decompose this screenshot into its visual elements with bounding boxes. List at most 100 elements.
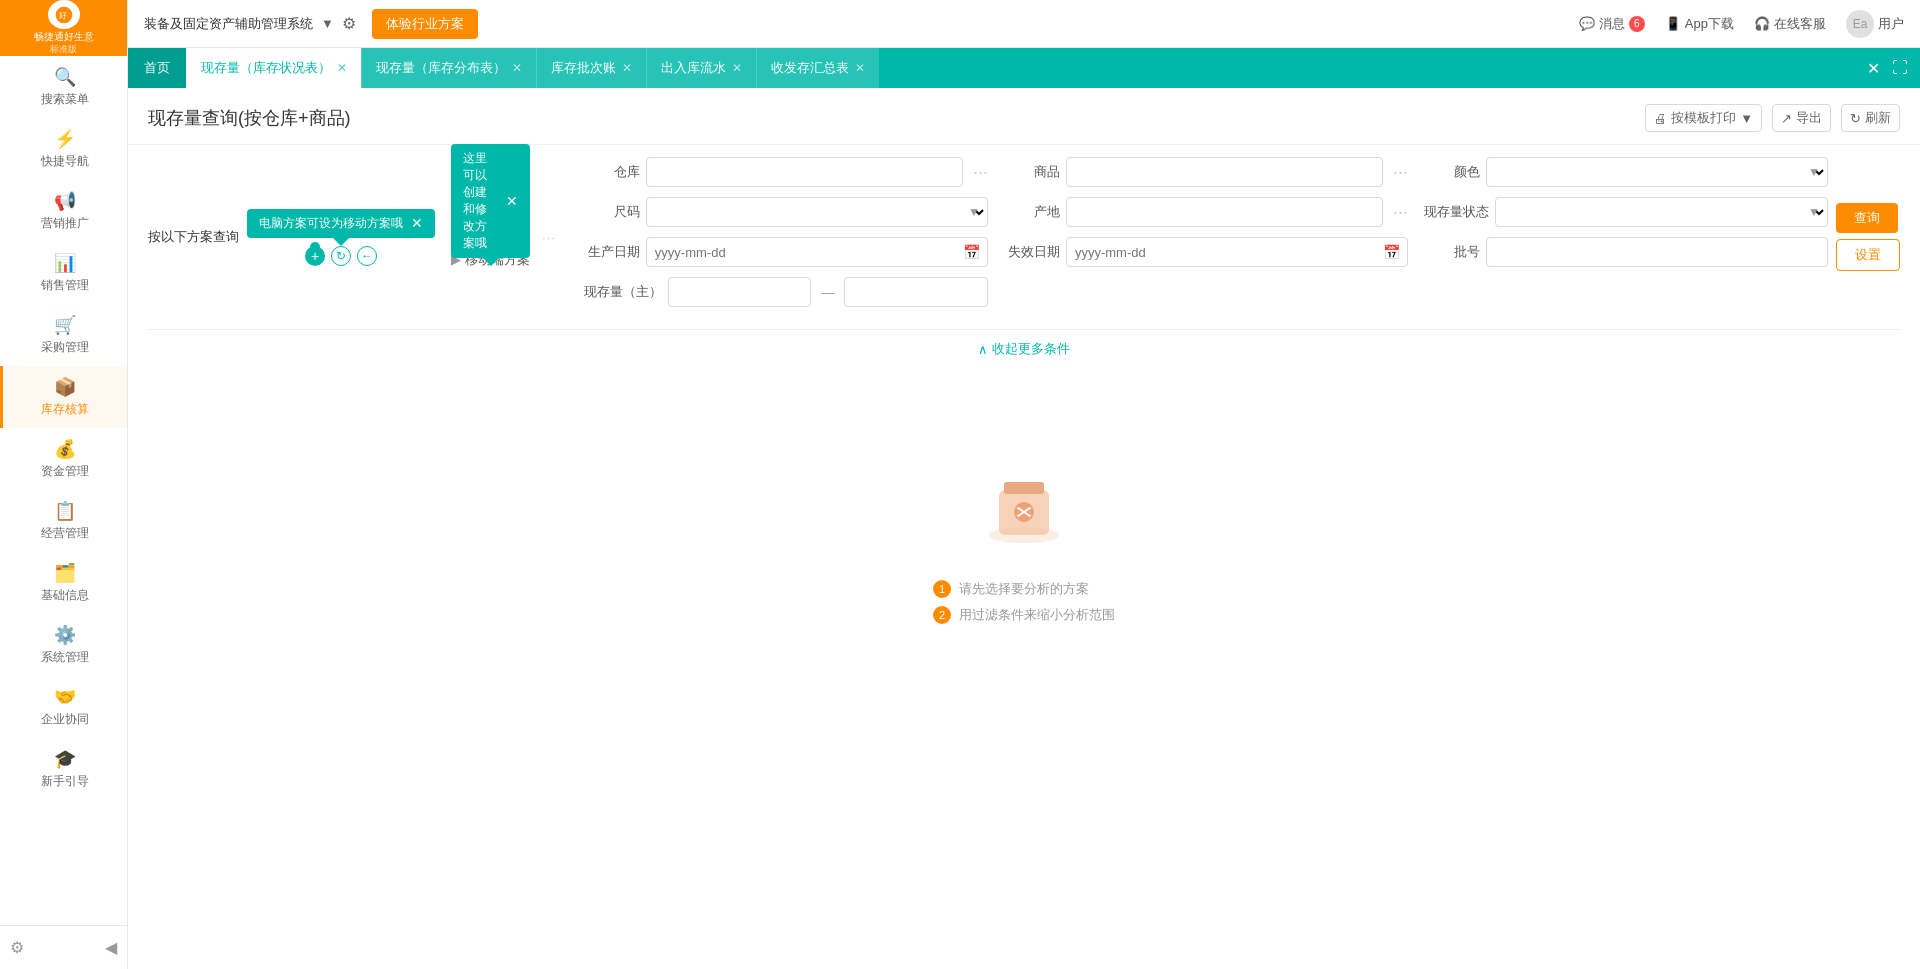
tab-inout[interactable]: 出入库流水 ✕ [646, 48, 756, 88]
tabbar: 首页 现存量（库存状况表） ✕ 现存量（库存分布表） ✕ 库存批次账 ✕ 出入库… [128, 48, 1920, 88]
tooltip-plan-close[interactable]: ✕ [411, 215, 423, 231]
origin-input[interactable] [1066, 197, 1383, 227]
print-btn[interactable]: 🖨 按模板打印 ▼ [1645, 104, 1762, 132]
sidebar-item-system[interactable]: ⚙️ 系统管理 [0, 614, 127, 676]
filter-arrow-btn[interactable]: ← [357, 246, 377, 266]
svg-rect-4 [1004, 482, 1044, 494]
tab-batch[interactable]: 库存批次账 ✕ [536, 48, 646, 88]
color-input-wrap: ▼ [1486, 157, 1828, 187]
batch-label: 批号 [1424, 243, 1480, 261]
tab-expand-icon[interactable]: ⛶ [1888, 55, 1912, 81]
stock-status-select[interactable] [1495, 197, 1828, 227]
reset-btn[interactable]: 设置 [1836, 239, 1900, 271]
color-select[interactable] [1486, 157, 1828, 187]
tab-stock-status[interactable]: 现存量（库存状况表） ✕ [186, 48, 361, 88]
online-service-btn[interactable]: 🎧 在线客服 [1754, 15, 1826, 33]
size-field-group: 尺码 ▼ [584, 197, 988, 227]
goods-input[interactable] [1066, 157, 1383, 187]
tab-close-collect[interactable]: ✕ [855, 61, 865, 75]
sidebar-item-sales[interactable]: 📊 销售管理 [0, 242, 127, 304]
sidebar-item-guide[interactable]: ⚡ 快捷导航 [0, 118, 127, 180]
empty-state: 1 请先选择要分析的方案 2 用过滤条件来缩小分析范围 [128, 380, 1920, 704]
sidebar-item-marketing[interactable]: 📢 营销推广 [0, 180, 127, 242]
empty-tips: 1 请先选择要分析的方案 2 用过滤条件来缩小分析范围 [933, 580, 1115, 624]
content: 现存量查询(按仓库+商品) 🖨 按模板打印 ▼ ↗ 导出 ↻ 刷新 [128, 88, 1920, 969]
warehouse-input-wrap [646, 157, 963, 187]
stock-main-label: 现存量（主） [584, 283, 662, 301]
expire-date-input[interactable] [1066, 237, 1408, 267]
app-download-btn[interactable]: 📱 App下载 [1665, 15, 1734, 33]
tab-collect[interactable]: 收发存汇总表 ✕ [756, 48, 879, 88]
sidebar-item-purchase[interactable]: 🛒 采购管理 [0, 304, 127, 366]
content-inner: 现存量查询(按仓库+商品) 🖨 按模板打印 ▼ ↗ 导出 ↻ 刷新 [128, 88, 1920, 969]
produce-date-wrap: 📅 [646, 237, 988, 267]
tab-close-all-icon[interactable]: ✕ [1863, 55, 1884, 82]
export-btn[interactable]: ↗ 导出 [1772, 104, 1831, 132]
warehouse-more-dots[interactable]: ··· [973, 162, 988, 183]
sidebar-item-inventory[interactable]: 📦 库存核算 [0, 366, 127, 428]
logo-icon: 好 [48, 0, 80, 29]
search-btn[interactable]: 查询 [1836, 203, 1898, 233]
origin-more-dots[interactable]: ··· [1393, 202, 1408, 223]
chevron-down-icon: ▼ [321, 16, 334, 31]
topbar-gear-icon[interactable]: ⚙ [342, 14, 356, 33]
plan-more-dots[interactable]: ··· [538, 230, 560, 245]
operation-icon: 📋 [54, 500, 76, 522]
warehouse-input[interactable] [646, 157, 963, 187]
stock-main-to-input[interactable] [844, 277, 988, 307]
collapse-sidebar-icon[interactable]: ◀ [105, 938, 117, 957]
sidebar-item-basic[interactable]: 🗂️ 基础信息 [0, 552, 127, 614]
batch-field-group: 批号 [1424, 237, 1828, 267]
filter-label: 按以下方案查询 [148, 228, 239, 246]
stock-main-to-wrap [844, 277, 988, 307]
tab-close-stock-dist[interactable]: ✕ [512, 61, 522, 75]
page-header: 现存量查询(按仓库+商品) 🖨 按模板打印 ▼ ↗ 导出 ↻ 刷新 [128, 88, 1920, 144]
tabbar-actions: ✕ ⛶ [1855, 55, 1920, 82]
goods-input-wrap [1066, 157, 1383, 187]
size-input-wrap: ▼ [646, 197, 988, 227]
goods-label: 商品 [1004, 163, 1060, 181]
tab-home[interactable]: 首页 [128, 48, 186, 88]
stock-main-input[interactable] [668, 277, 812, 307]
warehouse-label: 仓库 [584, 163, 640, 181]
sidebar-item-operation[interactable]: 📋 经营管理 [0, 490, 127, 552]
empty-illustration [974, 460, 1074, 560]
batch-input[interactable] [1486, 237, 1828, 267]
sidebar-item-enterprise[interactable]: 🤝 企业协同 [0, 676, 127, 738]
sidebar-item-newbie[interactable]: 🎓 新手引导 [0, 738, 127, 800]
settings-gear-icon[interactable]: ⚙ [10, 938, 24, 957]
tooltip-arrow [333, 238, 349, 246]
expire-date-field-group: 失效日期 📅 [1004, 237, 1408, 267]
purchase-icon: 🛒 [54, 314, 76, 336]
svg-text:好: 好 [59, 10, 67, 20]
expire-date-wrap: 📅 [1066, 237, 1408, 267]
tooltip-create-close[interactable]: ✕ [506, 193, 518, 209]
tooltip-plan: 电脑方案可设为移动方案哦 ✕ [247, 209, 435, 238]
system-title-dropdown[interactable]: ▼ [321, 16, 334, 31]
sidebar-item-finance[interactable]: 💰 资金管理 [0, 428, 127, 490]
tab-close-inout[interactable]: ✕ [732, 61, 742, 75]
tab-stock-dist[interactable]: 现存量（库存分布表） ✕ [361, 48, 536, 88]
basic-icon: 🗂️ [54, 562, 76, 584]
chevron-down-icon: ▼ [1740, 111, 1753, 126]
refresh-btn[interactable]: ↻ 刷新 [1841, 104, 1900, 132]
tip-num-2: 2 [933, 606, 951, 624]
finance-icon: 💰 [54, 438, 76, 460]
filter-refresh-btn[interactable]: ↻ [331, 246, 351, 266]
size-select[interactable] [646, 197, 988, 227]
color-label: 颜色 [1424, 163, 1480, 181]
sales-icon: 📊 [54, 252, 76, 274]
goods-more-dots[interactable]: ··· [1393, 162, 1408, 183]
stock-status-input-wrap: ▼ [1495, 197, 1828, 227]
logo-text: 畅捷通好生意 [34, 31, 94, 43]
user-area[interactable]: Ea 用户 [1846, 10, 1904, 38]
message-btn[interactable]: 💬 消息 6 [1579, 15, 1645, 33]
collapse-bar[interactable]: ∧ 收起更多条件 [148, 329, 1900, 368]
industry-btn[interactable]: 体验行业方案 [372, 9, 478, 39]
tab-close-stock-status[interactable]: ✕ [337, 61, 347, 75]
tab-close-batch[interactable]: ✕ [622, 61, 632, 75]
sidebar-item-search[interactable]: 🔍 搜索菜单 [0, 56, 127, 118]
avatar: Ea [1846, 10, 1874, 38]
produce-date-input[interactable] [646, 237, 988, 267]
stock-main-wrap [668, 277, 812, 307]
